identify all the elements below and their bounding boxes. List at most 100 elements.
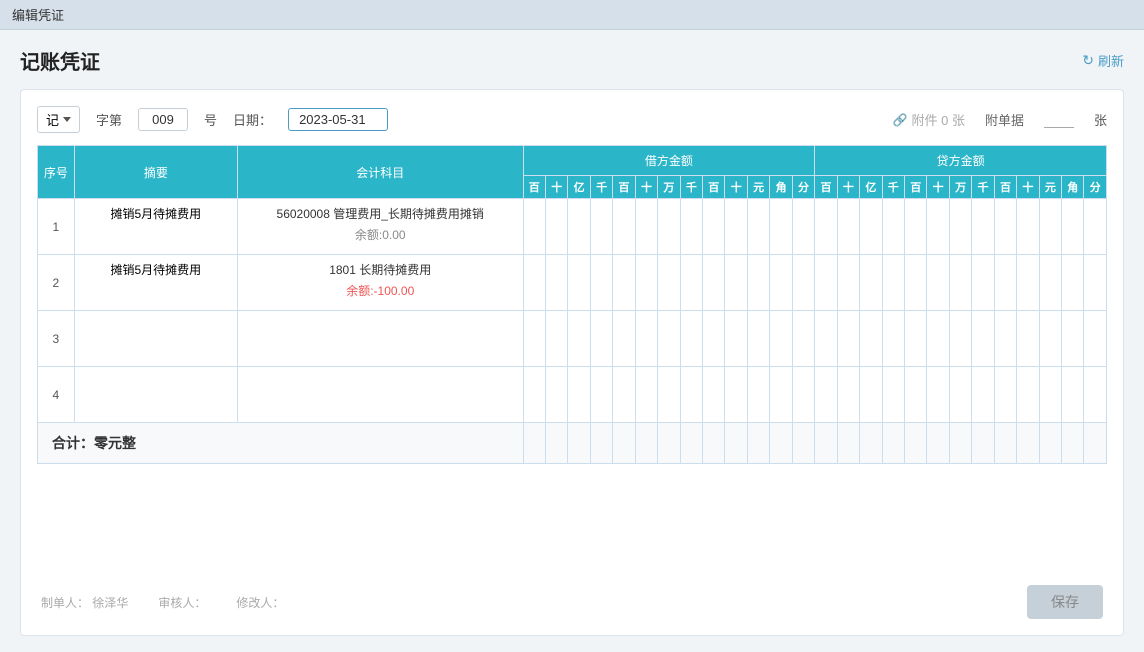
cell-digit-3-3[interactable] <box>590 311 612 367</box>
cell-digit-4-15[interactable] <box>860 367 882 423</box>
cell-digit-1-5[interactable] <box>635 199 657 255</box>
cell-digit-1-14[interactable] <box>837 199 859 255</box>
cell-digit-1-1[interactable] <box>545 199 567 255</box>
table-row[interactable]: 2摊销5月待摊费用1801 长期待摊费用余额:-100.00 <box>38 255 1107 311</box>
cell-digit-2-6[interactable] <box>658 255 680 311</box>
cell-digit-3-0[interactable] <box>523 311 545 367</box>
cell-digit-1-18[interactable] <box>927 199 949 255</box>
cell-digit-4-14[interactable] <box>837 367 859 423</box>
cell-digit-2-1[interactable] <box>545 255 567 311</box>
attachment-docs[interactable]: 附单据 <box>985 110 1024 129</box>
cell-digit-4-6[interactable] <box>658 367 680 423</box>
cell-digit-3-22[interactable] <box>1017 311 1039 367</box>
cell-digit-2-12[interactable] <box>792 255 814 311</box>
cell-digit-2-7[interactable] <box>680 255 702 311</box>
cell-digit-1-0[interactable] <box>523 199 545 255</box>
cell-digit-4-24[interactable] <box>1062 367 1084 423</box>
cell-digit-4-1[interactable] <box>545 367 567 423</box>
cell-digit-1-15[interactable] <box>860 199 882 255</box>
cell-digit-1-7[interactable] <box>680 199 702 255</box>
cell-digit-1-10[interactable] <box>747 199 769 255</box>
cell-digit-2-0[interactable] <box>523 255 545 311</box>
cell-digit-1-4[interactable] <box>613 199 635 255</box>
cell-digit-2-3[interactable] <box>590 255 612 311</box>
cell-digit-4-11[interactable] <box>770 367 792 423</box>
cell-digit-1-17[interactable] <box>904 199 926 255</box>
cell-digit-3-14[interactable] <box>837 311 859 367</box>
cell-digit-3-1[interactable] <box>545 311 567 367</box>
cell-digit-1-20[interactable] <box>972 199 994 255</box>
cell-digit-3-4[interactable] <box>613 311 635 367</box>
table-row[interactable]: 3 <box>38 311 1107 367</box>
cell-digit-2-22[interactable] <box>1017 255 1039 311</box>
cell-digit-4-12[interactable] <box>792 367 814 423</box>
cell-account-4[interactable] <box>237 367 523 423</box>
cell-digit-1-13[interactable] <box>815 199 837 255</box>
cell-digit-1-24[interactable] <box>1062 199 1084 255</box>
cell-digit-1-3[interactable] <box>590 199 612 255</box>
cell-digit-1-16[interactable] <box>882 199 904 255</box>
table-row[interactable]: 4 <box>38 367 1107 423</box>
cell-digit-3-11[interactable] <box>770 311 792 367</box>
refresh-button[interactable]: ↻ 刷新 <box>1082 51 1124 70</box>
cell-digit-3-7[interactable] <box>680 311 702 367</box>
cell-digit-2-18[interactable] <box>927 255 949 311</box>
cell-digit-2-10[interactable] <box>747 255 769 311</box>
cell-digit-3-18[interactable] <box>927 311 949 367</box>
cell-digit-4-16[interactable] <box>882 367 904 423</box>
cell-digit-2-15[interactable] <box>860 255 882 311</box>
cell-digit-3-12[interactable] <box>792 311 814 367</box>
cell-digit-4-23[interactable] <box>1039 367 1061 423</box>
cell-summary-1[interactable]: 摊销5月待摊费用 <box>74 199 237 255</box>
cell-digit-3-13[interactable] <box>815 311 837 367</box>
cell-digit-3-8[interactable] <box>703 311 725 367</box>
table-row[interactable]: 1摊销5月待摊费用56020008 管理费用_长期待摊费用摊销余额:0.00 <box>38 199 1107 255</box>
cell-digit-4-25[interactable] <box>1084 367 1107 423</box>
cell-account-3[interactable] <box>237 311 523 367</box>
cell-summary-2[interactable]: 摊销5月待摊费用 <box>74 255 237 311</box>
cell-digit-3-23[interactable] <box>1039 311 1061 367</box>
cell-digit-1-9[interactable] <box>725 199 747 255</box>
cell-digit-1-11[interactable] <box>770 199 792 255</box>
cell-digit-4-3[interactable] <box>590 367 612 423</box>
cell-digit-4-4[interactable] <box>613 367 635 423</box>
cell-digit-3-9[interactable] <box>725 311 747 367</box>
cell-digit-1-2[interactable] <box>568 199 590 255</box>
cell-digit-3-17[interactable] <box>904 311 926 367</box>
cell-digit-3-6[interactable] <box>658 311 680 367</box>
cell-digit-1-19[interactable] <box>949 199 971 255</box>
cell-digit-4-13[interactable] <box>815 367 837 423</box>
cell-digit-1-23[interactable] <box>1039 199 1061 255</box>
cell-digit-2-5[interactable] <box>635 255 657 311</box>
cell-account-2[interactable]: 1801 长期待摊费用余额:-100.00 <box>237 255 523 311</box>
cell-digit-3-20[interactable] <box>972 311 994 367</box>
cell-digit-3-19[interactable] <box>949 311 971 367</box>
cell-digit-2-20[interactable] <box>972 255 994 311</box>
cell-digit-4-19[interactable] <box>949 367 971 423</box>
zhang-box[interactable] <box>1044 112 1074 128</box>
cell-digit-3-16[interactable] <box>882 311 904 367</box>
cell-digit-2-4[interactable] <box>613 255 635 311</box>
cell-digit-2-13[interactable] <box>815 255 837 311</box>
cell-digit-4-17[interactable] <box>904 367 926 423</box>
cell-digit-2-16[interactable] <box>882 255 904 311</box>
cell-summary-4[interactable] <box>74 367 237 423</box>
cell-digit-2-17[interactable] <box>904 255 926 311</box>
cell-digit-2-23[interactable] <box>1039 255 1061 311</box>
cell-digit-4-18[interactable] <box>927 367 949 423</box>
cell-digit-2-24[interactable] <box>1062 255 1084 311</box>
cell-digit-2-21[interactable] <box>994 255 1016 311</box>
cell-digit-4-9[interactable] <box>725 367 747 423</box>
cell-digit-4-2[interactable] <box>568 367 590 423</box>
cell-digit-3-2[interactable] <box>568 311 590 367</box>
save-button[interactable]: 保存 <box>1027 585 1103 619</box>
cell-digit-4-10[interactable] <box>747 367 769 423</box>
voucher-number-field[interactable]: 009 <box>138 108 188 131</box>
cell-digit-1-8[interactable] <box>703 199 725 255</box>
cell-digit-1-25[interactable] <box>1084 199 1107 255</box>
cell-digit-1-22[interactable] <box>1017 199 1039 255</box>
cell-digit-3-10[interactable] <box>747 311 769 367</box>
cell-digit-4-20[interactable] <box>972 367 994 423</box>
cell-digit-4-21[interactable] <box>994 367 1016 423</box>
cell-digit-2-25[interactable] <box>1084 255 1107 311</box>
